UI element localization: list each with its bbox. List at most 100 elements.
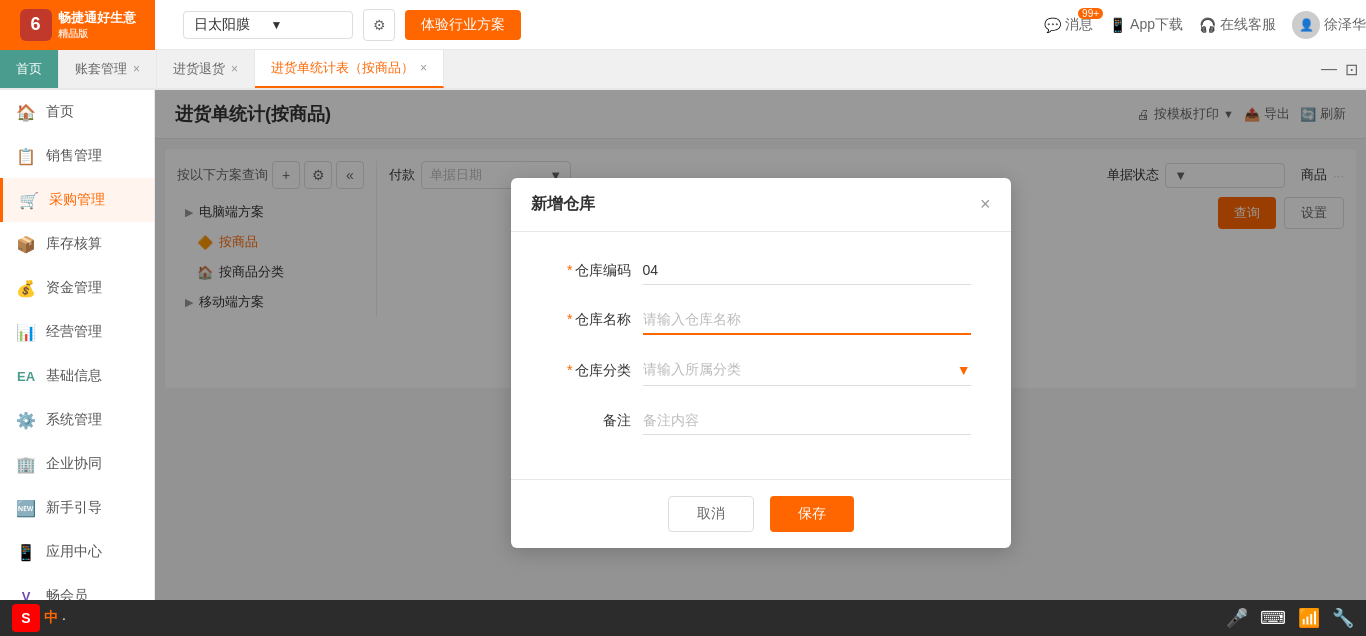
sidebar: 🏠 首页 📋 销售管理 🛒 采购管理 📦 库存核算 💰 资金管理 📊 经 [0,90,155,636]
purchase-return-tab-close[interactable]: × [231,62,238,76]
content-area: 进货单统计(按商品) 🖨 按模板打印 ▼ 📤 导出 🔄 刷新 [155,90,1366,636]
sidebar-item-system[interactable]: ⚙️ 系统管理 [0,398,154,442]
warehouse-category-row: 仓库分类 请输入所属分类 ▼ [551,355,971,386]
gear-icon: ⚙ [373,17,386,33]
sidebar-item-guide[interactable]: 🆕 新手引导 [0,486,154,530]
system-icon: ⚙️ [16,410,36,430]
accounts-tab-close[interactable]: × [133,62,140,76]
notes-input[interactable] [643,406,971,435]
warehouse-code-input[interactable] [643,256,971,285]
modal-overlay: 新增仓库 × 仓库编码 仓库名称 [155,90,1366,636]
notification-button[interactable]: 💬 消息 99+ [1044,16,1093,34]
home-icon: 🏠 [16,102,36,122]
modal-header: 新增仓库 × [511,178,1011,232]
bottom-tools-button[interactable]: 🔧 [1332,607,1354,629]
tab-minimize-button[interactable]: — [1321,60,1337,78]
try-industry-button[interactable]: 体验行业方案 [405,10,521,40]
modal-body: 仓库编码 仓库名称 仓库分类 请输入所属分类 [511,232,1011,479]
notes-row: 备注 [551,406,971,435]
sidebar-item-basic[interactable]: EA 基础信息 [0,354,154,398]
sidebar-item-home[interactable]: 🏠 首页 [0,90,154,134]
sidebar-item-finance[interactable]: 💰 资金管理 [0,266,154,310]
modal-footer: 取消 保存 [511,479,1011,548]
sidebar-label-system: 系统管理 [46,411,102,429]
accounts-tab-label: 账套管理 [75,60,127,78]
sidebar-label-business: 经营管理 [46,323,102,341]
warehouse-name-label: 仓库名称 [551,311,631,329]
bottom-dot: · [62,610,66,626]
purchase-icon: 🛒 [19,190,39,210]
logo: 6 畅捷通好生意 精品版 [0,0,155,50]
sidebar-item-enterprise[interactable]: 🏢 企业协同 [0,442,154,486]
bottom-logo-icon: S [12,604,40,632]
modal-title: 新增仓库 [531,194,595,215]
sidebar-item-business[interactable]: 📊 经营管理 [0,310,154,354]
settings-button[interactable]: ⚙ [363,9,395,41]
inventory-icon: 📦 [16,234,36,254]
sidebar-item-purchase[interactable]: 🛒 采购管理 [0,178,154,222]
enterprise-icon: 🏢 [16,454,36,474]
sidebar-label-home: 首页 [46,103,74,121]
bottom-network-button[interactable]: 📶 [1298,607,1320,629]
warehouse-code-row: 仓库编码 [551,256,971,285]
purchase-stats-tab-label: 进货单统计表（按商品） [271,59,414,77]
sidebar-label-guide: 新手引导 [46,499,102,517]
warehouse-category-label: 仓库分类 [551,362,631,380]
bottom-logo-text: 中 [44,609,58,627]
sidebar-item-apps[interactable]: 📱 应用中心 [0,530,154,574]
cancel-button[interactable]: 取消 [668,496,754,532]
home-tab-label: 首页 [16,60,42,78]
headset-icon: 🎧 [1199,17,1216,33]
warehouse-name-row: 仓库名称 [551,305,971,335]
tab-accounts[interactable]: 账套管理 × [59,50,157,88]
warehouse-code-label: 仓库编码 [551,262,631,280]
sidebar-label-finance: 资金管理 [46,279,102,297]
purchase-stats-tab-close[interactable]: × [420,61,427,75]
apps-icon: 📱 [16,542,36,562]
sidebar-label-inventory: 库存核算 [46,235,102,253]
sidebar-label-enterprise: 企业协同 [46,455,102,473]
warehouse-name-input[interactable] [643,305,971,335]
bottom-mic-button[interactable]: 🎤 [1226,607,1248,629]
sidebar-item-sales[interactable]: 📋 销售管理 [0,134,154,178]
logo-text: 畅捷通好生意 精品版 [58,9,136,41]
avatar: 👤 [1292,11,1320,39]
notification-badge: 99+ [1078,8,1103,19]
tab-bar-actions: — ⊡ [1313,50,1366,88]
user-profile-button[interactable]: 👤 徐泽华 [1292,11,1366,39]
sidebar-label-sales: 销售管理 [46,147,102,165]
logo-icon: 6 [20,9,52,41]
warehouse-category-placeholder: 请输入所属分类 [643,361,741,379]
username: 徐泽华 [1324,16,1366,34]
finance-icon: 💰 [16,278,36,298]
tab-home[interactable]: 首页 [0,50,59,88]
sidebar-item-inventory[interactable]: 📦 库存核算 [0,222,154,266]
bottom-bar: S 中 · 🎤 ⌨ 📶 🔧 [0,600,1366,636]
guide-icon: 🆕 [16,498,36,518]
modal-close-button[interactable]: × [980,194,991,215]
tab-purchase-stats[interactable]: 进货单统计表（按商品） × [255,50,444,88]
purchase-return-tab-label: 进货退货 [173,60,225,78]
sales-icon: 📋 [16,146,36,166]
bottom-keyboard-button[interactable]: ⌨ [1260,607,1286,629]
tab-purchase-return[interactable]: 进货退货 × [157,50,255,88]
sidebar-label-basic: 基础信息 [46,367,102,385]
business-icon: 📊 [16,322,36,342]
phone-icon: 📱 [1109,17,1126,33]
app-download-button[interactable]: 📱 App下载 [1109,16,1183,34]
sidebar-label-apps: 应用中心 [46,543,102,561]
warehouse-category-select[interactable]: 请输入所属分类 ▼ [643,355,971,386]
store-dropdown-arrow: ▼ [271,18,343,32]
category-dropdown-arrow: ▼ [957,362,971,378]
notes-label: 备注 [551,412,631,430]
bottom-logo: S 中 · [12,604,66,632]
basic-icon: EA [16,366,36,386]
new-warehouse-modal: 新增仓库 × 仓库编码 仓库名称 [511,178,1011,548]
save-button[interactable]: 保存 [770,496,854,532]
online-service-button[interactable]: 🎧 在线客服 [1199,16,1276,34]
sidebar-label-purchase: 采购管理 [49,191,105,209]
store-selector[interactable]: 日太阳膜 ▼ [183,11,353,39]
message-icon: 💬 [1044,17,1061,33]
tab-expand-button[interactable]: ⊡ [1345,60,1358,79]
store-name: 日太阳膜 [194,16,266,34]
